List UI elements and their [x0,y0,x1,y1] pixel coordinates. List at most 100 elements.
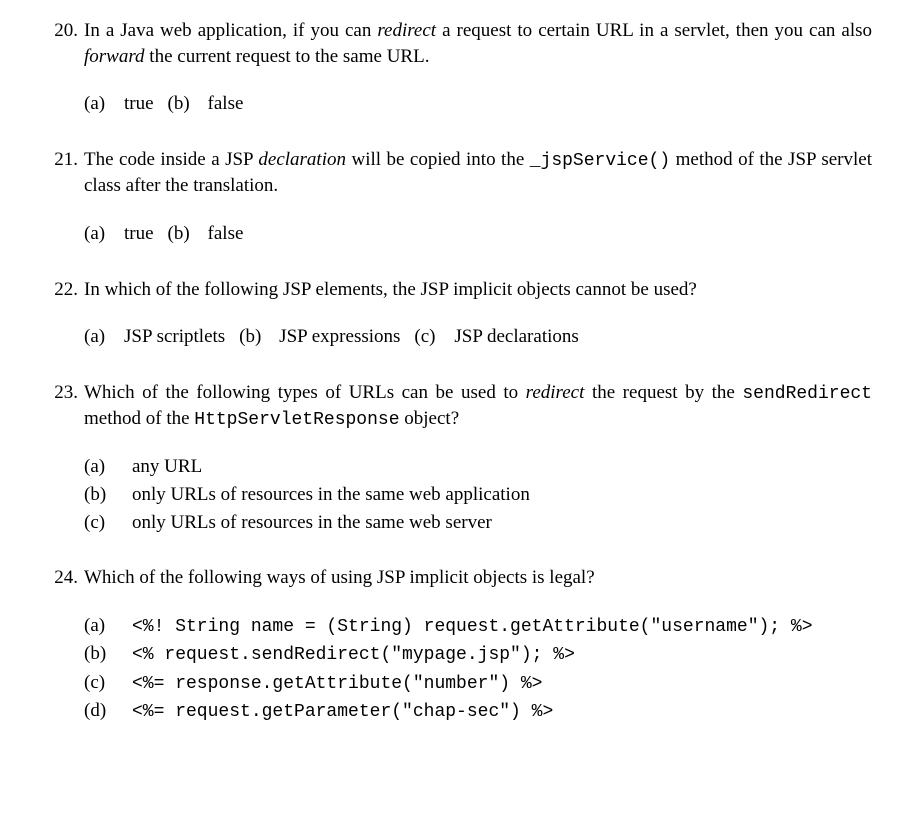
option-row: (a) JSP scriptlets (b) JSP expressions (c) JS… [84,324,872,350]
question: 24.Which of the following ways of using … [48,565,872,724]
question-text-part: declaration [258,149,346,170]
question-text-part: sendRedirect [742,384,872,404]
option-label: (a) [84,91,114,117]
option-text: JSP scriptlets [114,324,225,350]
option-text: true [114,221,154,247]
option-row: (a) true (b) false [84,221,872,247]
option-text-part: false [208,223,244,244]
option-label: (d) [84,698,122,724]
option: (a) true [84,221,154,247]
question-list: 20.In a Java web application, if you can… [48,18,872,724]
option: (c) only URLs of resources in the same we… [84,510,872,536]
option-text-part: any URL [132,456,202,477]
option-text-part: true [124,93,154,114]
option: (a) any URL [84,454,872,480]
option-text: <%= request.getParameter("chap-sec") %> [122,698,553,724]
option-text-part: <%= request.getParameter("chap-sec") %> [132,702,553,722]
option-text-part: JSP expressions [279,326,400,347]
question-text-part: HttpServletResponse [194,410,399,430]
question-text-part: In a Java web application, if you can [84,20,377,41]
option-text: any URL [122,454,202,480]
option-text: <%= response.getAttribute("number") %> [122,670,542,696]
question-text-part: redirect [526,382,585,403]
question-text-part: Which of the following ways of using JSP… [84,567,595,588]
option-text: only URLs of resources in the same web a… [122,482,530,508]
option-text-part: only URLs of resources in the same web a… [132,484,530,505]
question-header: 21.The code inside a JSP declaration wil… [48,147,872,199]
option: (c) JSP declarations [414,324,578,350]
options: (a) true (b) false [48,91,872,117]
question-text: In which of the following JSP elements, … [84,277,872,303]
option-label: (a) [84,613,122,639]
option-text: false [198,91,244,117]
option-label: (a) [84,221,114,247]
question-text-part: will be copied into the [346,149,530,170]
question: 23.Which of the following types of URLs … [48,380,872,536]
question-text-part: method of the [84,408,194,429]
question-text-part: the current request to the same URL. [145,46,430,67]
question-text: Which of the following ways of using JSP… [84,565,872,591]
option-text-part: <% request.sendRedirect("mypage.jsp"); %… [132,645,575,665]
question: 20.In a Java web application, if you can… [48,18,872,117]
question-text-part: forward [84,46,145,67]
option-label: (a) [84,454,122,480]
question-text-part: _jspService() [530,151,670,171]
question: 21.The code inside a JSP declaration wil… [48,147,872,247]
option-label: (b) [84,641,122,667]
question-text-part: Which of the following types of URLs can… [84,382,526,403]
question-number: 23. [48,380,84,406]
question-text-part: The code inside a JSP [84,149,258,170]
option-label: (c) [414,324,444,350]
option: (b) false [168,91,244,117]
option-text: only URLs of resources in the same web s… [122,510,492,536]
option-label: (b) [84,482,122,508]
option: (a) <%! String name = (String) request.ge… [84,613,872,639]
option-text-part: <%! String name = (String) request.getAt… [132,617,813,637]
option: (b) JSP expressions [239,324,400,350]
option-text: true [114,91,154,117]
option: (b) false [168,221,244,247]
option-label: (c) [84,670,122,696]
question-text: The code inside a JSP declaration will b… [84,147,872,199]
option: (b) <% request.sendRedirect("mypage.jsp")… [84,641,872,667]
question-text-part: In which of the following JSP elements, … [84,279,697,300]
options: (a) <%! String name = (String) request.ge… [48,613,872,724]
question-header: 20.In a Java web application, if you can… [48,18,872,69]
option-row: (a) true (b) false [84,91,872,117]
option: (a) JSP scriptlets [84,324,225,350]
option-text-part: <%= response.getAttribute("number") %> [132,674,542,694]
question-text-part: a request to certain URL in a servlet, t… [436,20,872,41]
question-number: 20. [48,18,84,44]
option-text: JSP declarations [444,324,578,350]
question-header: 22.In which of the following JSP element… [48,277,872,303]
option-text: JSP expressions [269,324,400,350]
question-header: 24.Which of the following ways of using … [48,565,872,591]
option: (c) <%= response.getAttribute("number") %… [84,670,872,696]
option-label: (b) [168,221,198,247]
question-text: In a Java web application, if you can re… [84,18,872,69]
question: 22.In which of the following JSP element… [48,277,872,350]
option: (a) true [84,91,154,117]
question-text: Which of the following types of URLs can… [84,380,872,433]
option-text: false [198,221,244,247]
option-label: (b) [239,324,269,350]
option-text-part: true [124,223,154,244]
option-text-part: only URLs of resources in the same web s… [132,512,492,533]
question-text-part: the request by the [584,382,742,403]
question-text-part: redirect [377,20,436,41]
option-text-part: JSP scriptlets [124,326,225,347]
question-header: 23.Which of the following types of URLs … [48,380,872,433]
options: (a) JSP scriptlets (b) JSP expressions (c) JS… [48,324,872,350]
option-text-part: false [208,93,244,114]
option-text: <% request.sendRedirect("mypage.jsp"); %… [122,641,575,667]
option-label: (a) [84,324,114,350]
question-number: 24. [48,565,84,591]
options: (a) any URL (b) only URLs of resources in t… [48,454,872,535]
option-label: (c) [84,510,122,536]
option: (b) only URLs of resources in the same we… [84,482,872,508]
option-text: <%! String name = (String) request.getAt… [122,613,813,639]
option-label: (b) [168,91,198,117]
question-number: 21. [48,147,84,173]
options: (a) true (b) false [48,221,872,247]
option-text-part: JSP declarations [454,326,578,347]
